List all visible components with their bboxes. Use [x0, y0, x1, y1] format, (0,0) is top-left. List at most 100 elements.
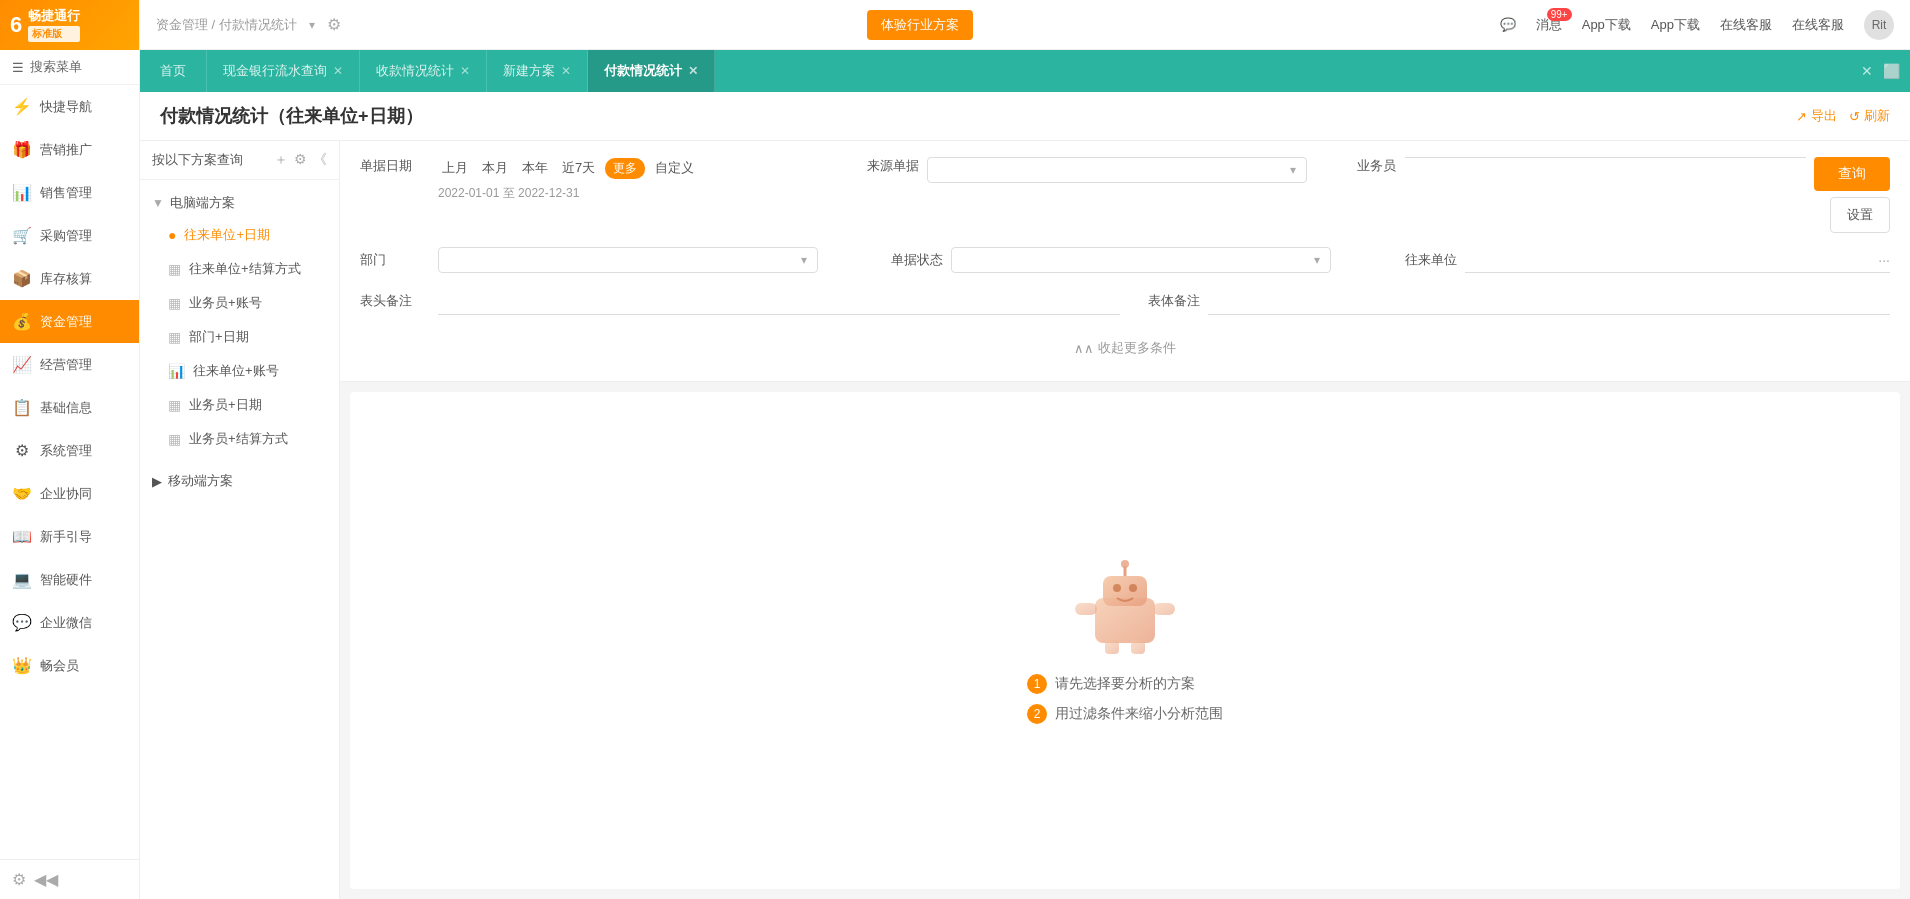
settings-btn[interactable]: 设置 — [1830, 197, 1890, 233]
date-btn-current-year[interactable]: 本年 — [518, 157, 552, 179]
date-btn-current-month[interactable]: 本月 — [478, 157, 512, 179]
logo-badge: 标准版 — [28, 26, 80, 42]
sidebar-item-wechat[interactable]: 💬 企业微信 — [0, 601, 139, 644]
svg-rect-8 — [1105, 640, 1119, 654]
settings-bottom-icon[interactable]: ⚙ — [12, 870, 26, 889]
empty-state-icon — [1065, 558, 1185, 658]
scheme-collapse-icon[interactable]: 《 — [313, 151, 327, 169]
sidebar-item-basic-info[interactable]: 📋 基础信息 — [0, 386, 139, 429]
query-btn[interactable]: 查询 — [1814, 157, 1890, 191]
sidebar-item-inventory[interactable]: 📦 库存核算 — [0, 257, 139, 300]
date-btn-last-7days[interactable]: 近7天 — [558, 157, 599, 179]
scheme-item-label: 业务员+日期 — [189, 396, 262, 414]
svg-rect-6 — [1075, 603, 1097, 615]
sidebar-item-label: 基础信息 — [40, 399, 92, 417]
scheme-item-partner-date[interactable]: ● 往来单位+日期 — [140, 218, 339, 252]
collapse-arrow-icon: ∧∧ — [1074, 341, 1094, 356]
scheme-item-partner-account[interactable]: 📊 往来单位+账号 — [140, 354, 339, 388]
online-service-btn[interactable]: 在线客服 — [1720, 16, 1772, 34]
scheme-item-icon: ▦ — [168, 397, 181, 413]
tip-num-2: 2 — [1027, 704, 1047, 724]
scheme-item-staff-date[interactable]: ▦ 业务员+日期 — [140, 388, 339, 422]
tab-payment-stats-label: 付款情况统计 — [604, 62, 682, 80]
collapse-more-btn[interactable]: ∧∧ 收起更多条件 — [1066, 331, 1184, 365]
tab-payment-stats-close[interactable]: ✕ — [688, 64, 698, 78]
tab-home[interactable]: 首页 — [140, 50, 207, 92]
dept-select[interactable]: ▾ — [438, 247, 818, 273]
sidebar-item-label: 库存核算 — [40, 270, 92, 288]
tab-cash-flow[interactable]: 现金银行流水查询 ✕ — [207, 50, 360, 92]
tab-bar: 首页 现金银行流水查询 ✕ 收款情况统计 ✕ 新建方案 ✕ 付款情况统计 ✕ ✕… — [140, 50, 1910, 92]
sidebar-item-finance[interactable]: 💰 资金管理 — [0, 300, 139, 343]
close-window-icon[interactable]: ✕ — [1861, 63, 1873, 79]
pc-scheme-group-header[interactable]: ▼ 电脑端方案 — [140, 188, 339, 218]
collapse-sidebar-icon[interactable]: ◀◀ — [34, 870, 58, 889]
maximize-window-icon[interactable]: ⬜ — [1883, 63, 1900, 79]
empty-state: 1 请先选择要分析的方案 2 用过滤条件来缩小分析范围 — [350, 392, 1900, 889]
system-icon: ⚙ — [12, 441, 32, 460]
mobile-scheme-group[interactable]: ▶ 移动端方案 — [140, 464, 339, 498]
scheme-item-staff-account[interactable]: ▦ 业务员+账号 — [140, 286, 339, 320]
sidebar-item-quick-nav[interactable]: ⚡ 快捷导航 — [0, 85, 139, 128]
message-icon: 💬 — [1500, 17, 1516, 32]
head-note-input[interactable] — [438, 287, 1120, 315]
sidebar-item-label: 采购管理 — [40, 227, 92, 245]
export-btn[interactable]: ↗ 导出 — [1796, 107, 1837, 125]
notification-area[interactable]: 💬 99+ 消息 — [1500, 16, 1562, 34]
sidebar-item-sales[interactable]: 📊 销售管理 — [0, 171, 139, 214]
sidebar-item-hardware[interactable]: 💻 智能硬件 — [0, 558, 139, 601]
svg-point-2 — [1113, 584, 1121, 592]
source-select[interactable]: ▾ — [927, 157, 1307, 183]
scheme-item-icon: ▦ — [168, 295, 181, 311]
sidebar-item-label: 经营管理 — [40, 356, 92, 374]
scheme-settings-icon[interactable]: ⚙ — [294, 151, 307, 169]
svg-point-3 — [1129, 584, 1137, 592]
sidebar-logo: 6 畅捷通行 标准版 — [0, 0, 139, 50]
tab-new-scheme[interactable]: 新建方案 ✕ — [487, 50, 588, 92]
tab-collection-stats[interactable]: 收款情况统计 ✕ — [360, 50, 487, 92]
inventory-icon: 📦 — [12, 269, 32, 288]
top-header-left: 资金管理 / 付款情况统计 ▾ ⚙ — [156, 15, 341, 34]
sidebar-item-label: 企业协同 — [40, 485, 92, 503]
user-avatar[interactable]: Rit — [1864, 10, 1894, 40]
scheme-item-staff-settle[interactable]: ▦ 业务员+结算方式 — [140, 422, 339, 456]
top-header: 资金管理 / 付款情况统计 ▾ ⚙ 体验行业方案 💬 99+ 消息 App下载 … — [140, 0, 1910, 50]
industry-btn[interactable]: 体验行业方案 — [867, 10, 973, 40]
tab-collection-stats-label: 收款情况统计 — [376, 62, 454, 80]
sidebar-item-purchase[interactable]: 🛒 采购管理 — [0, 214, 139, 257]
doc-status-select[interactable]: ▾ — [951, 247, 1331, 273]
scheme-item-dept-date[interactable]: ▦ 部门+日期 — [140, 320, 339, 354]
sidebar-item-system[interactable]: ⚙ 系统管理 — [0, 429, 139, 472]
partner-ellipsis-btn[interactable]: ··· — [1860, 252, 1890, 268]
tab-new-scheme-close[interactable]: ✕ — [561, 64, 571, 78]
date-btn-more[interactable]: 更多 — [605, 158, 645, 179]
staff-input-area — [1405, 157, 1806, 158]
date-btn-custom[interactable]: 自定义 — [651, 157, 698, 179]
logo-icon: 6 — [10, 12, 22, 38]
refresh-btn[interactable]: ↺ 刷新 — [1849, 107, 1890, 125]
body-note-input[interactable] — [1208, 287, 1890, 315]
date-btn-last-month[interactable]: 上月 — [438, 157, 472, 179]
tab-cash-flow-close[interactable]: ✕ — [333, 64, 343, 78]
partner-input[interactable] — [1465, 247, 1856, 272]
filter-panel: 单据日期 上月 本月 本年 近7天 更多 自定义 2022-01-01 至 20… — [340, 141, 1910, 382]
sidebar-item-guide[interactable]: 📖 新手引导 — [0, 515, 139, 558]
page-area: 付款情况统计（往来单位+日期） ↗ 导出 ↺ 刷新 按以下方案查询 ＋ — [140, 92, 1910, 899]
sidebar-item-enterprise[interactable]: 🤝 企业协同 — [0, 472, 139, 515]
sidebar-item-marketing[interactable]: 🎁 营销推广 — [0, 128, 139, 171]
scheme-item-partner-settle[interactable]: ▦ 往来单位+结算方式 — [140, 252, 339, 286]
search-menu[interactable]: ☰ 搜索菜单 — [0, 50, 139, 85]
sidebar-item-operation[interactable]: 📈 经营管理 — [0, 343, 139, 386]
main-area: 资金管理 / 付款情况统计 ▾ ⚙ 体验行业方案 💬 99+ 消息 App下载 … — [140, 0, 1910, 899]
hardware-icon: 💻 — [12, 570, 32, 589]
tab-collection-stats-close[interactable]: ✕ — [460, 64, 470, 78]
gear-settings-icon[interactable]: ⚙ — [327, 15, 341, 34]
app-download-btn[interactable]: App下载 — [1582, 16, 1631, 34]
tab-payment-stats[interactable]: 付款情况统计 ✕ — [588, 50, 715, 92]
notification-badge: 99+ — [1547, 8, 1572, 21]
sidebar-item-vip[interactable]: 👑 畅会员 — [0, 644, 139, 687]
sidebar-nav: ⚡ 快捷导航 🎁 营销推广 📊 销售管理 🛒 采购管理 📦 库存核算 💰 资金管… — [0, 85, 139, 859]
enterprise-icon: 🤝 — [12, 484, 32, 503]
pc-group-arrow: ▼ — [152, 196, 164, 210]
scheme-add-icon[interactable]: ＋ — [274, 151, 288, 169]
